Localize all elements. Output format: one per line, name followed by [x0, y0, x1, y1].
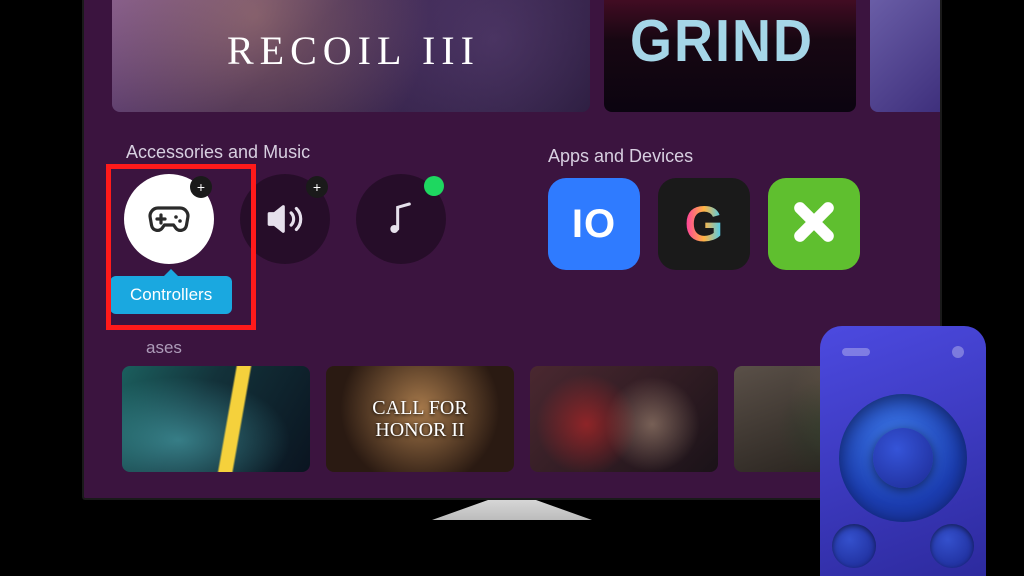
- release-tile-racing[interactable]: [122, 366, 310, 472]
- app-g-label: G: [685, 195, 724, 253]
- tv-screen: RECOIL III GRIND Accessories and Music A…: [84, 0, 940, 498]
- releases-row: CALL FOR HONOR II: [122, 366, 922, 472]
- hero-tile-extra[interactable]: [870, 0, 940, 112]
- tv-frame: RECOIL III GRIND Accessories and Music A…: [82, 0, 942, 500]
- hero-row: RECOIL III GRIND: [84, 0, 940, 120]
- music-circle: [356, 174, 446, 264]
- hero-tile-grind[interactable]: GRIND: [604, 0, 856, 112]
- remote-home-button[interactable]: [930, 524, 974, 568]
- release-honor-title: CALL FOR HONOR II: [326, 366, 514, 472]
- music-note-icon: [381, 199, 421, 239]
- remote-mic-icon: [842, 348, 870, 356]
- section-title-accessories: Accessories and Music: [126, 142, 310, 163]
- section-title-releases: ases: [146, 338, 182, 358]
- hero-tile-recoil[interactable]: RECOIL III: [112, 0, 590, 112]
- remote-back-button[interactable]: [832, 524, 876, 568]
- hero-title-recoil: RECOIL III: [227, 27, 480, 74]
- tutorial-highlight-box: [106, 164, 256, 330]
- apps-row: IO G: [548, 178, 860, 270]
- app-tile-g[interactable]: G: [658, 178, 750, 270]
- remote-power-icon[interactable]: [952, 346, 964, 358]
- plus-icon: +: [306, 176, 328, 198]
- tv-stand: [432, 500, 592, 520]
- accessory-music[interactable]: [356, 174, 446, 264]
- release-tile-sport[interactable]: [530, 366, 718, 472]
- app-tile-x[interactable]: [768, 178, 860, 270]
- spotify-badge-icon: [424, 176, 444, 196]
- app-tile-io[interactable]: IO: [548, 178, 640, 270]
- remote-dpad[interactable]: [839, 394, 967, 522]
- release-tile-honor[interactable]: CALL FOR HONOR II: [326, 366, 514, 472]
- speaker-icon: [264, 198, 306, 240]
- remote-control: [820, 326, 986, 576]
- section-title-apps: Apps and Devices: [548, 146, 693, 167]
- app-io-label: IO: [572, 202, 616, 247]
- hero-title-grind: GRIND: [630, 7, 814, 75]
- x-close-icon: [786, 194, 842, 255]
